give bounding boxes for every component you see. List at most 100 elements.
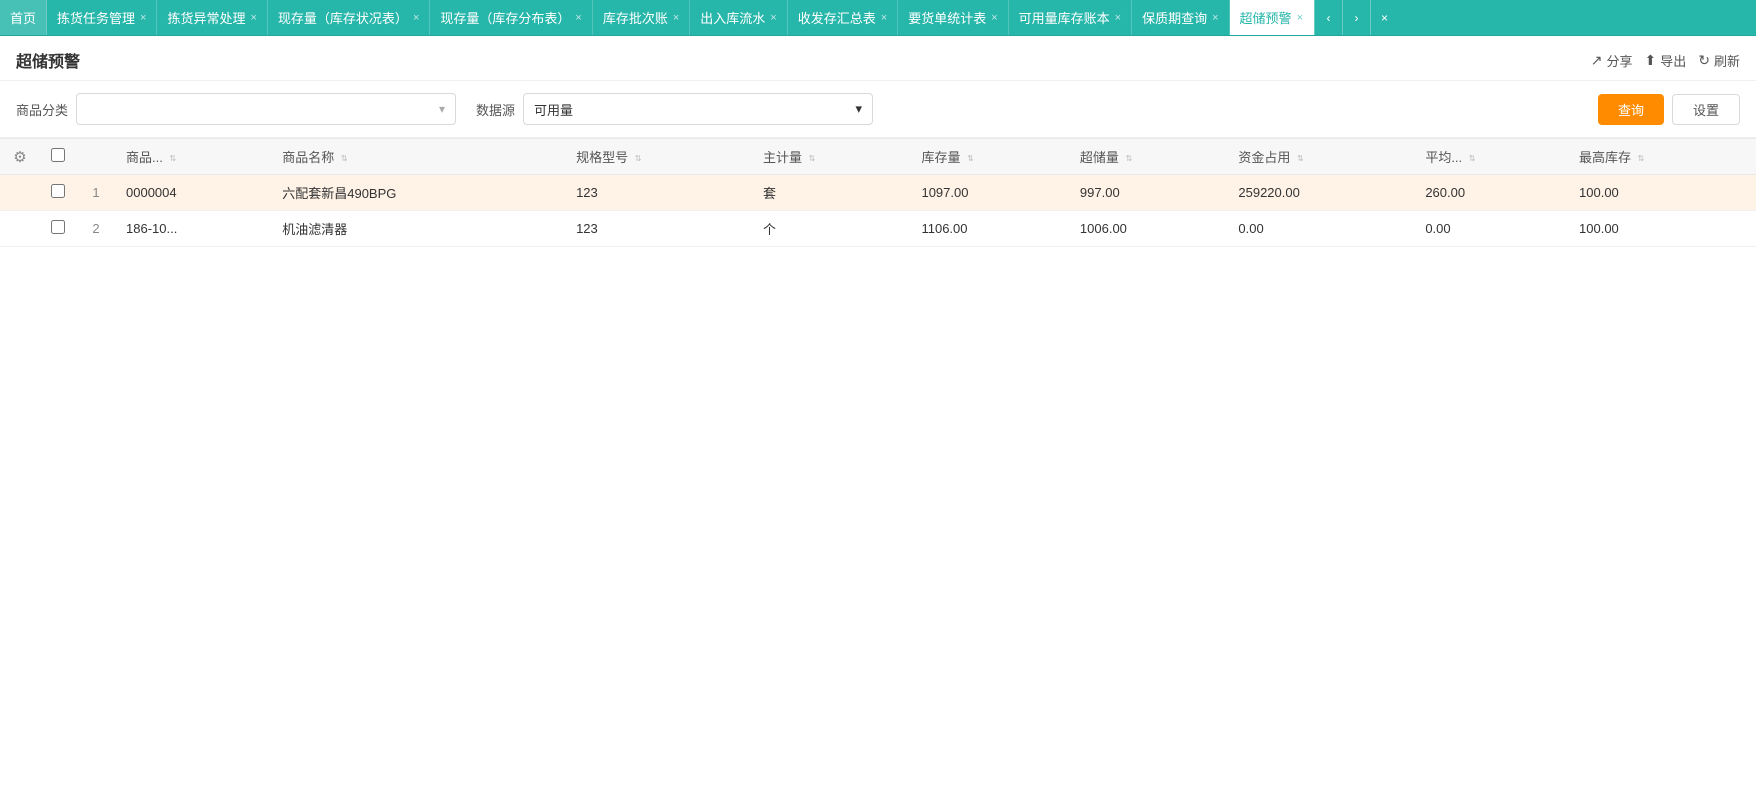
nav-item-label: 拣货异常处理 [167,8,245,27]
data-table: ⚙ 商品... ⇅ 商品名称 ⇅ 规格型号 [0,138,1756,247]
nav-arrow-left[interactable]: ‹ [1314,0,1342,35]
row-unit: 套 [753,175,911,211]
col-index-header [76,139,116,175]
filter-datasource: 数据源 可用量 ▾ [476,93,873,125]
col-overstock-header[interactable]: 超储量 ⇅ [1070,139,1228,175]
close-icon[interactable]: × [770,12,776,24]
row-overstock: 997.00 [1070,175,1228,211]
row-unit: 个 [753,211,911,247]
nav-arrow-close[interactable]: × [1370,0,1398,35]
row-checkbox[interactable] [51,184,65,198]
row-capital: 259220.00 [1228,175,1415,211]
row-index: 2 [76,211,116,247]
nav-item-inout-flow[interactable]: 出入库流水 × [690,0,787,35]
close-icon[interactable]: × [881,12,887,24]
nav-item-overstock-warning[interactable]: 超储预警 × [1230,0,1314,35]
close-icon[interactable]: × [250,12,256,24]
nav-item-label: 收发存汇总表 [798,8,876,27]
row-capital: 0.00 [1228,211,1415,247]
nav-item-collect-summary[interactable]: 收发存汇总表 × [788,0,898,35]
table-row: 1 0000004 六配套新昌490BPG 123 套 1097.00 997.… [0,175,1756,211]
nav-item-label: 拣货任务管理 [57,8,135,27]
col-max-stock-header[interactable]: 最高库存 ⇅ [1569,139,1756,175]
row-product-code: 186-10... [116,211,272,247]
datasource-label: 数据源 [476,100,515,119]
filter-area: 商品分类 ▾ 数据源 可用量 ▾ 查询 设置 [0,81,1756,138]
select-all-checkbox[interactable] [51,148,65,162]
nav-item-label: 现存量（库存分布表） [440,8,570,27]
table-row: 2 186-10... 机油滤清器 123 个 1106.00 1006.00 … [0,211,1756,247]
category-label: 商品分类 [16,100,68,119]
row-checkbox-cell [40,211,76,247]
nav-item-batch-account[interactable]: 库存批次账 × [593,0,690,35]
row-avg: 260.00 [1415,175,1569,211]
nav-item-label: 现存量（库存状况表） [278,8,408,27]
nav-item-home[interactable]: 首页 [0,0,47,35]
sort-icon: ⇅ [809,155,816,163]
col-spec-header[interactable]: 规格型号 ⇅ [566,139,753,175]
nav-item-label: 库存批次账 [603,8,668,27]
sort-icon: ⇅ [1126,155,1133,163]
row-stock: 1097.00 [911,175,1069,211]
row-max-stock: 100.00 [1569,211,1756,247]
col-product-code-header[interactable]: 商品... ⇅ [116,139,272,175]
nav-item-label: 超储预警 [1240,8,1292,27]
col-checkbox-header [40,139,76,175]
sort-icon: ⇅ [169,155,176,163]
page-container: 超储预警 ↗ 分享 ⬆ 导出 ↻ 刷新 商品分类 ▾ 数据源 [0,36,1756,800]
close-icon[interactable]: × [140,12,146,24]
row-checkbox[interactable] [51,220,65,234]
row-avg: 0.00 [1415,211,1569,247]
close-icon[interactable]: × [1297,12,1303,24]
refresh-button[interactable]: ↻ 刷新 [1698,51,1740,70]
export-label: 导出 [1660,51,1686,70]
row-max-stock: 100.00 [1569,175,1756,211]
nav-item-inventory-dist[interactable]: 现存量（库存分布表） × [430,0,592,35]
nav-arrow-right[interactable]: › [1342,0,1370,35]
nav-item-available-account[interactable]: 可用量库存账本 × [1009,0,1132,35]
nav-item-label: 要货单统计表 [908,8,986,27]
row-index: 1 [76,175,116,211]
settings-button[interactable]: 设置 [1672,94,1740,125]
col-unit-header[interactable]: 主计量 ⇅ [753,139,911,175]
col-product-name-header[interactable]: 商品名称 ⇅ [272,139,566,175]
chevron-down-icon: ▾ [856,101,863,117]
query-button[interactable]: 查询 [1598,94,1664,125]
row-product-name: 六配套新昌490BPG [272,175,566,211]
table-wrapper: ⚙ 商品... ⇅ 商品名称 ⇅ 规格型号 [0,138,1756,247]
row-spec: 123 [566,175,753,211]
row-gear-cell [0,211,40,247]
sort-icon: ⇅ [635,155,642,163]
nav-item-quality-check[interactable]: 保质期查询 × [1132,0,1229,35]
nav-item-label: 出入库流水 [700,8,765,27]
close-icon[interactable]: × [991,12,997,24]
gear-icon[interactable]: ⚙ [13,149,26,166]
sort-icon: ⇅ [341,155,348,163]
share-button[interactable]: ↗ 分享 [1591,51,1633,70]
nav-item-label: 首页 [10,8,36,27]
row-stock: 1106.00 [911,211,1069,247]
col-stock-header[interactable]: 库存量 ⇅ [911,139,1069,175]
close-icon[interactable]: × [1115,12,1121,24]
col-capital-header[interactable]: 资金占用 ⇅ [1228,139,1415,175]
export-icon: ⬆ [1645,52,1657,69]
category-select[interactable]: ▾ [76,93,456,125]
close-icon[interactable]: × [673,12,679,24]
nav-bar: 首页 拣货任务管理 × 拣货异常处理 × 现存量（库存状况表） × 现存量（库存… [0,0,1756,36]
sort-icon: ⇅ [1297,155,1304,163]
nav-item-order-stat[interactable]: 要货单统计表 × [898,0,1008,35]
close-icon[interactable]: × [1212,12,1218,24]
close-icon[interactable]: × [575,12,581,24]
nav-item-abnormal[interactable]: 拣货异常处理 × [157,0,267,35]
datasource-select[interactable]: 可用量 ▾ [523,93,873,125]
nav-item-inventory-status[interactable]: 现存量（库存状况表） × [268,0,430,35]
export-button[interactable]: ⬆ 导出 [1645,51,1687,70]
col-avg-header[interactable]: 平均... ⇅ [1415,139,1569,175]
col-gear: ⚙ [0,139,40,175]
refresh-icon: ↻ [1698,52,1710,69]
nav-item-label: 保质期查询 [1142,8,1207,27]
nav-item-task-mgmt[interactable]: 拣货任务管理 × [47,0,157,35]
share-label: 分享 [1606,51,1632,70]
refresh-label: 刷新 [1714,51,1740,70]
close-icon[interactable]: × [413,12,419,24]
